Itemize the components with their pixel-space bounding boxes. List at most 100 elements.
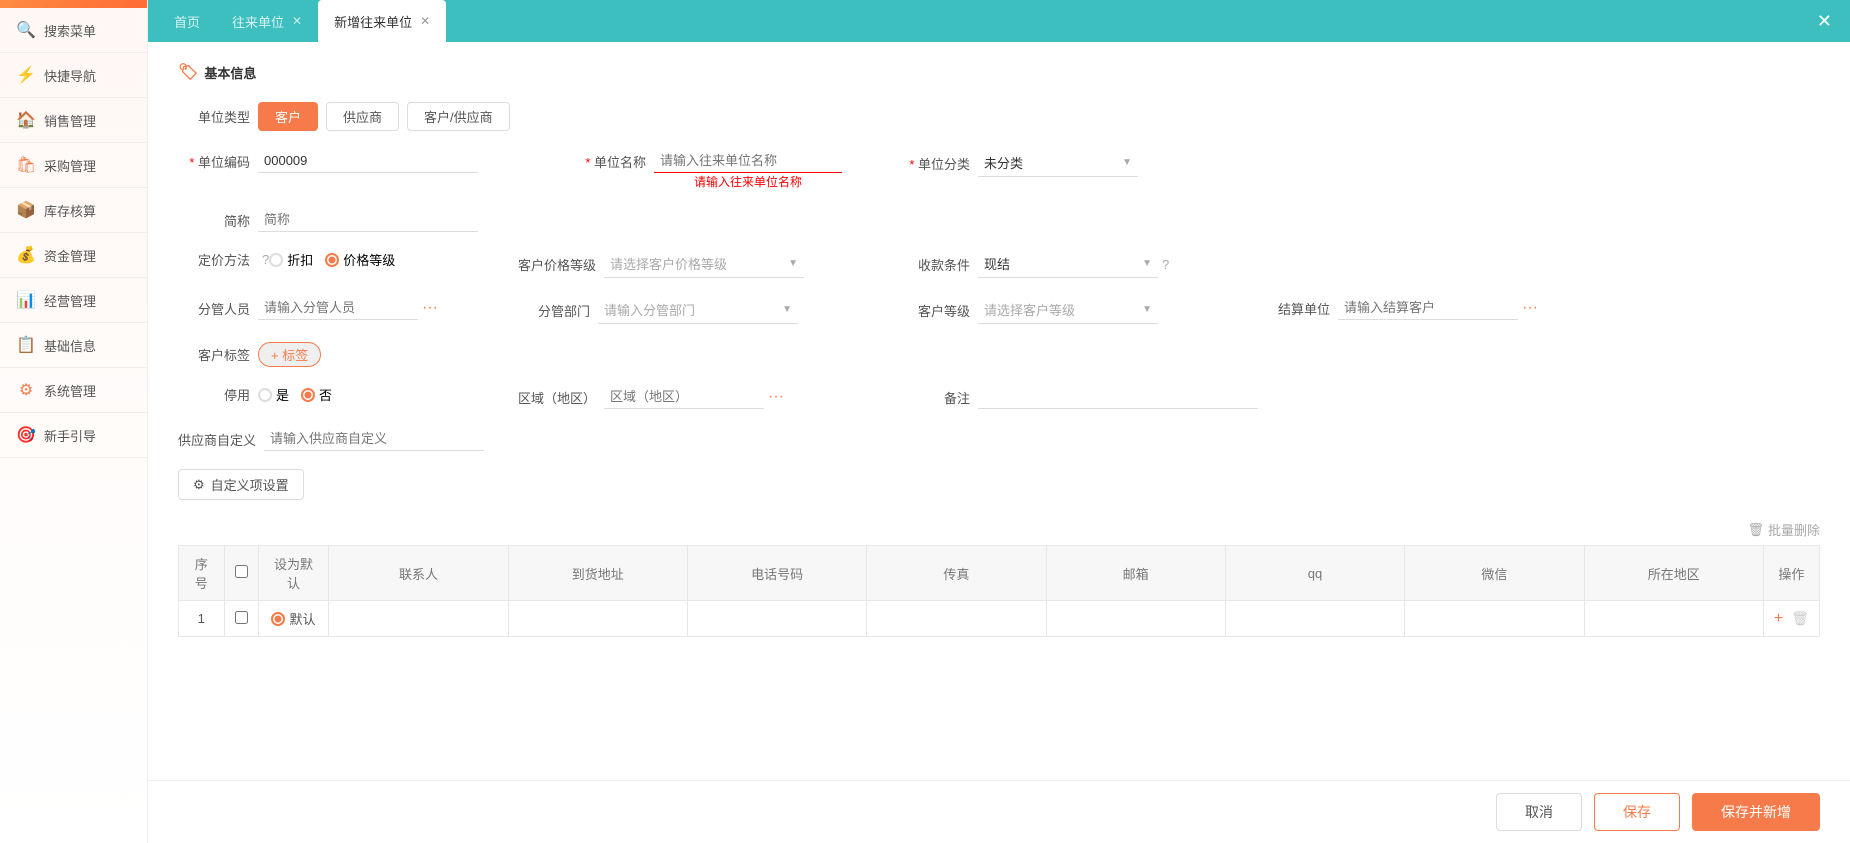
cancel-button[interactable]: 取消 — [1496, 793, 1582, 831]
tab-home[interactable]: 首页 — [158, 0, 216, 42]
sidebar-item-quick-nav[interactable]: ⚡ 快捷导航 — [0, 53, 147, 98]
sidebar-label-search: 搜索菜单 — [44, 21, 96, 40]
row-wechat-input[interactable] — [1415, 611, 1573, 626]
row-location-input[interactable] — [1595, 611, 1753, 626]
custom-settings-icon: ⚙ — [193, 477, 205, 493]
unit-name-error: 请输入往来单位名称 — [694, 175, 802, 189]
tab-counterparty[interactable]: 往来单位 ✕ — [216, 0, 318, 42]
customer-price-level-chevron: ▼ — [788, 258, 798, 269]
settlement-unit-field: 结算单位 ··· — [1258, 296, 1658, 320]
sidebar-label-guide: 新手引导 — [44, 426, 96, 445]
sidebar-item-guide[interactable]: 🎯 新手引导 — [0, 413, 147, 458]
col-email: 邮箱 — [1046, 546, 1225, 601]
row-address-input[interactable] — [519, 611, 677, 626]
row-default-circle — [271, 612, 285, 626]
pricing-radio-discount-circle — [269, 253, 283, 267]
save-button[interactable]: 保存 — [1594, 793, 1680, 831]
sidebar-item-basic-info[interactable]: 📋 基础信息 — [0, 323, 147, 368]
select-all-checkbox[interactable] — [235, 565, 248, 578]
sidebar-item-system[interactable]: ⚙ 系统管理 — [0, 368, 147, 413]
close-all-tabs-button[interactable]: ✕ — [1809, 11, 1840, 32]
col-address: 到货地址 — [508, 546, 687, 601]
tab-new-counterparty-close[interactable]: ✕ — [420, 14, 430, 28]
tags-field: 客户标签 + 标签 — [178, 342, 1820, 367]
custom-settings-button[interactable]: ⚙ 自定义项设置 — [178, 469, 304, 500]
unit-code-label: 单位编码 — [178, 152, 258, 171]
settlement-unit-more-btn[interactable]: ··· — [1522, 299, 1538, 317]
section-title-label: 基本信息 — [204, 63, 256, 82]
row-actions: + 🗑 — [1774, 610, 1809, 628]
tab-new-counterparty[interactable]: 新增往来单位 ✕ — [318, 0, 446, 42]
manager-more-btn[interactable]: ··· — [422, 299, 438, 317]
short-name-row: 简称 — [178, 208, 1820, 232]
sidebar-item-purchase[interactable]: 🛍 采购管理 — [0, 143, 147, 188]
col-location: 所在地区 — [1584, 546, 1763, 601]
region-field: 区域（地区） ··· — [518, 385, 898, 409]
settlement-unit-input[interactable] — [1338, 296, 1518, 320]
unit-btn-customer[interactable]: 客户 — [258, 102, 318, 131]
manager-input[interactable] — [258, 296, 418, 320]
supplier-custom-label: 供应商自定义 — [178, 430, 264, 449]
row-qq-input[interactable] — [1236, 611, 1394, 626]
disabled-label: 停用 — [178, 385, 258, 404]
guide-icon: 🎯 — [16, 425, 36, 445]
col-contact: 联系人 — [329, 546, 508, 601]
supplier-custom-input[interactable] — [264, 427, 484, 451]
col-index: 序号 — [179, 546, 225, 601]
unit-category-select[interactable]: 未分类 ▼ — [978, 149, 1138, 177]
sidebar-item-operations[interactable]: 📊 经营管理 — [0, 278, 147, 323]
row-add-button[interactable]: + — [1774, 610, 1783, 628]
customer-level-select[interactable]: 请选择客户等级 ▼ — [978, 296, 1158, 324]
department-placeholder: 请输入分管部门 — [604, 300, 782, 319]
unit-btn-both[interactable]: 客户/供应商 — [407, 102, 510, 131]
short-name-input[interactable] — [258, 208, 478, 232]
row-phone-input[interactable] — [698, 611, 856, 626]
row-delete-button[interactable]: 🗑 — [1791, 610, 1809, 627]
supplier-custom-row: 供应商自定义 — [178, 427, 1820, 451]
add-tag-button[interactable]: + 标签 — [258, 342, 321, 367]
department-select[interactable]: 请输入分管部门 ▼ — [598, 296, 798, 324]
disabled-no-circle — [301, 388, 315, 402]
inventory-icon: 📦 — [16, 200, 36, 220]
batch-delete-label: 批量删除 — [1768, 520, 1820, 539]
sidebar-item-sales[interactable]: 🏠 销售管理 — [0, 98, 147, 143]
unit-btn-supplier[interactable]: 供应商 — [326, 102, 399, 131]
sidebar-item-finance[interactable]: 💰 资金管理 — [0, 233, 147, 278]
disabled-radio-no[interactable]: 否 — [301, 385, 332, 404]
sidebar-item-search[interactable]: 🔍 搜索菜单 — [0, 8, 147, 53]
sidebar-item-inventory[interactable]: 📦 库存核算 — [0, 188, 147, 233]
row-default-cell: 默认 — [258, 601, 329, 637]
row-email-cell — [1046, 601, 1225, 637]
row-default-radio[interactable]: 默认 — [269, 609, 319, 628]
sidebar-label-sales: 销售管理 — [44, 111, 96, 130]
batch-delete-button[interactable]: 🗑 批量删除 — [1747, 520, 1820, 539]
row-checkbox-cell — [224, 601, 258, 637]
tab-counterparty-close[interactable]: ✕ — [292, 14, 302, 28]
search-icon: 🔍 — [16, 20, 36, 40]
row-checkbox[interactable] — [235, 611, 248, 624]
payment-terms-select[interactable]: 现结 ▼ — [978, 250, 1158, 278]
region-input[interactable] — [604, 385, 764, 409]
region-more-btn[interactable]: ··· — [768, 388, 784, 406]
disabled-yes-label: 是 — [276, 385, 289, 404]
pricing-radio-discount[interactable]: 折扣 — [269, 250, 313, 269]
tab-bar: 首页 往来单位 ✕ 新增往来单位 ✕ ✕ — [148, 0, 1850, 42]
row-contact-input[interactable] — [339, 611, 497, 626]
row-email-input[interactable] — [1057, 611, 1215, 626]
customer-price-level-select[interactable]: 请选择客户价格等级 ▼ — [604, 250, 804, 278]
purchase-icon: 🛍 — [16, 155, 36, 175]
row-fax-input[interactable] — [877, 611, 1035, 626]
pricing-help-icon[interactable]: ? — [262, 252, 269, 267]
pricing-radio-level[interactable]: 价格等级 — [325, 250, 395, 269]
disabled-field: 停用 是 否 — [178, 385, 518, 404]
finance-icon: 💰 — [16, 245, 36, 265]
unit-name-input[interactable] — [654, 149, 842, 173]
save-new-button[interactable]: 保存并新增 — [1692, 793, 1820, 831]
unit-code-input[interactable] — [258, 149, 478, 173]
disabled-radio-yes[interactable]: 是 — [258, 385, 289, 404]
unit-category-field: 单位分类 未分类 ▼ — [898, 149, 1278, 177]
customer-price-level-placeholder: 请选择客户价格等级 — [610, 254, 788, 273]
payment-terms-help-icon[interactable]: ? — [1162, 257, 1169, 272]
supplier-custom-field: 供应商自定义 — [178, 427, 578, 451]
remarks-input[interactable] — [978, 385, 1258, 409]
